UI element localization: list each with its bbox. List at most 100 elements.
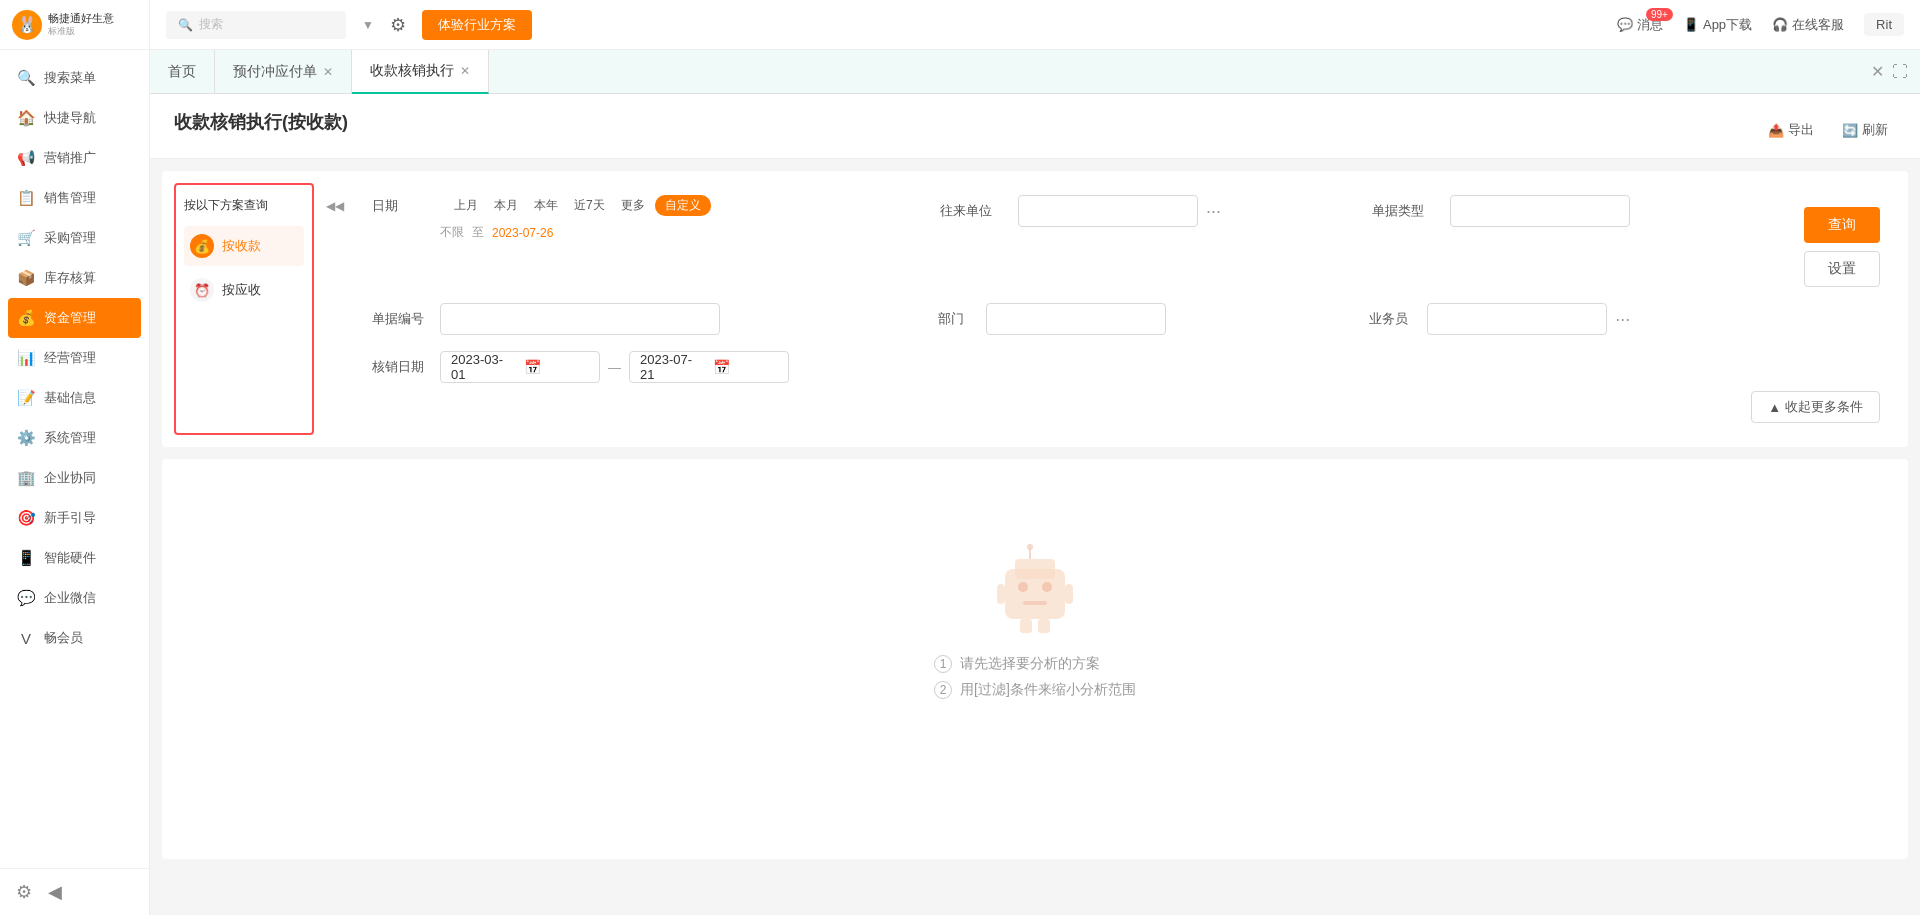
inventory-icon: 📦 — [16, 268, 36, 288]
empty-tip-1: 1 请先选择要分析的方案 — [934, 655, 1136, 673]
collapse-up-icon: ▲ — [1768, 400, 1781, 415]
this-year-btn[interactable]: 本年 — [528, 195, 564, 216]
tab-collection-close-icon[interactable]: ✕ — [460, 64, 470, 78]
settings-gear-icon[interactable]: ⚙ — [390, 14, 406, 36]
online-service-button[interactable]: 🎧 在线客服 — [1772, 16, 1844, 34]
filter-collapse-icon[interactable]: ◀◀ — [322, 195, 348, 217]
salesperson-label: 业务员 — [1369, 310, 1419, 328]
more-btn[interactable]: 更多 — [615, 195, 651, 216]
date-label: 日期 — [372, 197, 432, 215]
sidebar-item-sales[interactable]: 📋 销售管理 — [0, 178, 149, 218]
sales-icon: 📋 — [16, 188, 36, 208]
tab-close-all-icon[interactable]: ✕ — [1871, 62, 1884, 81]
user-profile[interactable]: Rit — [1864, 13, 1904, 36]
dropdown-arrow-icon[interactable]: ▼ — [362, 18, 374, 32]
sidebar-item-search[interactable]: 🔍 搜索菜单 — [0, 58, 149, 98]
this-month-btn[interactable]: 本月 — [488, 195, 524, 216]
svg-point-2 — [1018, 582, 1028, 592]
tab-prepay-close-icon[interactable]: ✕ — [323, 65, 333, 79]
sidebar-item-finance[interactable]: 💰 资金管理 — [8, 298, 141, 338]
sidebar-item-label: 资金管理 — [44, 309, 96, 327]
export-button[interactable]: 📤 导出 — [1760, 117, 1822, 143]
empty-illustration — [985, 539, 1085, 639]
verify-date-end-picker[interactable]: 2023-07-21 📅 — [629, 351, 789, 383]
basic-icon: 📝 — [16, 388, 36, 408]
filter-form: 日期 上月 本月 本年 近7天 更多 自定义 不限 — [356, 183, 1896, 435]
sidebar-item-label: 搜索菜单 — [44, 69, 96, 87]
tip-num-1: 1 — [934, 655, 952, 673]
sidebar-item-enterprise[interactable]: 🏢 企业协同 — [0, 458, 149, 498]
tabbar-right: ✕ ⛶ — [1871, 62, 1920, 81]
sidebar-item-basic[interactable]: 📝 基础信息 — [0, 378, 149, 418]
settings-button[interactable]: 设置 — [1804, 251, 1880, 287]
sidebar-item-member[interactable]: V 畅会员 — [0, 618, 149, 658]
last-month-btn[interactable]: 上月 — [448, 195, 484, 216]
purchase-icon: 🛒 — [16, 228, 36, 248]
custom-date-btn[interactable]: 自定义 — [655, 195, 711, 216]
phone-icon: 📱 — [1683, 17, 1699, 32]
dept-label: 部门 — [938, 310, 978, 328]
sidebar-item-shortcut[interactable]: 🏠 快捷导航 — [0, 98, 149, 138]
query-actions: 查询 设置 — [1804, 195, 1880, 287]
counterparty-input[interactable] — [1018, 195, 1198, 227]
dept-select[interactable] — [986, 303, 1166, 335]
tab-bar: 首页 预付冲应付单 ✕ 收款核销执行 ✕ ✕ ⛶ — [150, 50, 1920, 94]
topbar-right: 💬 消息 99+ 📱 App下载 🎧 在线客服 Rit — [1617, 13, 1904, 36]
empty-tip-2: 2 用[过滤]条件来缩小分析范围 — [934, 681, 1136, 699]
collapse-sidebar-icon[interactable]: ◀ — [48, 881, 62, 903]
query-button[interactable]: 查询 — [1804, 207, 1880, 243]
settings-icon[interactable]: ⚙ — [16, 881, 32, 903]
svg-rect-7 — [1020, 619, 1032, 633]
sidebar: 🐰 畅捷通好生意 标准版 🔍 搜索菜单 🏠 快捷导航 📢 营销推广 📋 销售管理… — [0, 0, 150, 915]
filter-sidebar: 按以下方案查询 💰 按收款 ⏰ 按应收 — [174, 183, 314, 435]
doc-no-input[interactable] — [440, 303, 720, 335]
no-limit-label: 不限 — [440, 224, 464, 241]
svg-rect-6 — [1065, 584, 1073, 604]
svg-rect-4 — [1023, 601, 1047, 605]
tab-home[interactable]: 首页 — [150, 50, 215, 94]
industry-solution-button[interactable]: 体验行业方案 — [422, 10, 532, 40]
sidebar-item-label: 营销推广 — [44, 149, 96, 167]
last7days-btn[interactable]: 近7天 — [568, 195, 611, 216]
svg-point-10 — [1027, 544, 1033, 550]
app-name: 畅捷通好生意 — [48, 11, 114, 25]
app-download-button[interactable]: 📱 App下载 — [1683, 16, 1752, 34]
salesperson-input[interactable] — [1427, 303, 1607, 335]
tab-collection[interactable]: 收款核销执行 ✕ — [352, 50, 489, 94]
operations-icon: 📊 — [16, 348, 36, 368]
message-button[interactable]: 💬 消息 99+ — [1617, 16, 1663, 34]
tip-num-2: 2 — [934, 681, 952, 699]
doc-type-select[interactable] — [1450, 195, 1630, 227]
salesperson-more-icon[interactable]: ··· — [1615, 309, 1630, 330]
content-body: 1 请先选择要分析的方案 2 用[过滤]条件来缩小分析范围 — [162, 459, 1908, 859]
calendar-start-icon: 📅 — [524, 359, 589, 375]
enterprise-icon: 🏢 — [16, 468, 36, 488]
topbar-search[interactable]: 🔍 搜索 — [166, 11, 346, 39]
filter-option-by-receipt[interactable]: 💰 按收款 — [184, 226, 304, 266]
search-icon: 🔍 — [16, 68, 36, 88]
doc-type-label: 单据类型 — [1372, 202, 1442, 220]
sidebar-item-label: 销售管理 — [44, 189, 96, 207]
refresh-button[interactable]: 🔄 刷新 — [1834, 117, 1896, 143]
sidebar-item-wechat[interactable]: 💬 企业微信 — [0, 578, 149, 618]
filter-option-by-receivable[interactable]: ⏰ 按应收 — [184, 270, 304, 310]
calendar-end-icon: 📅 — [713, 359, 778, 375]
sidebar-item-marketing[interactable]: 📢 营销推广 — [0, 138, 149, 178]
sidebar-item-label: 畅会员 — [44, 629, 83, 647]
marketing-icon: 📢 — [16, 148, 36, 168]
counterparty-more-icon[interactable]: ··· — [1206, 201, 1221, 222]
empty-state: 1 请先选择要分析的方案 2 用[过滤]条件来缩小分析范围 — [934, 459, 1136, 779]
tab-fullscreen-icon[interactable]: ⛶ — [1892, 63, 1908, 81]
sidebar-item-operations[interactable]: 📊 经营管理 — [0, 338, 149, 378]
sidebar-item-label: 企业微信 — [44, 589, 96, 607]
verify-date-start-picker[interactable]: 2023-03-01 📅 — [440, 351, 600, 383]
sidebar-item-hardware[interactable]: 📱 智能硬件 — [0, 538, 149, 578]
search-placeholder: 搜索 — [199, 16, 223, 33]
sidebar-item-system[interactable]: ⚙️ 系统管理 — [0, 418, 149, 458]
sidebar-item-newguide[interactable]: 🎯 新手引导 — [0, 498, 149, 538]
collapse-conditions-button[interactable]: ▲ 收起更多条件 — [1751, 391, 1880, 423]
sidebar-item-purchase[interactable]: 🛒 采购管理 — [0, 218, 149, 258]
sidebar-item-inventory[interactable]: 📦 库存核算 — [0, 258, 149, 298]
tab-prepay[interactable]: 预付冲应付单 ✕ — [215, 50, 352, 94]
empty-tips: 1 请先选择要分析的方案 2 用[过滤]条件来缩小分析范围 — [934, 655, 1136, 699]
